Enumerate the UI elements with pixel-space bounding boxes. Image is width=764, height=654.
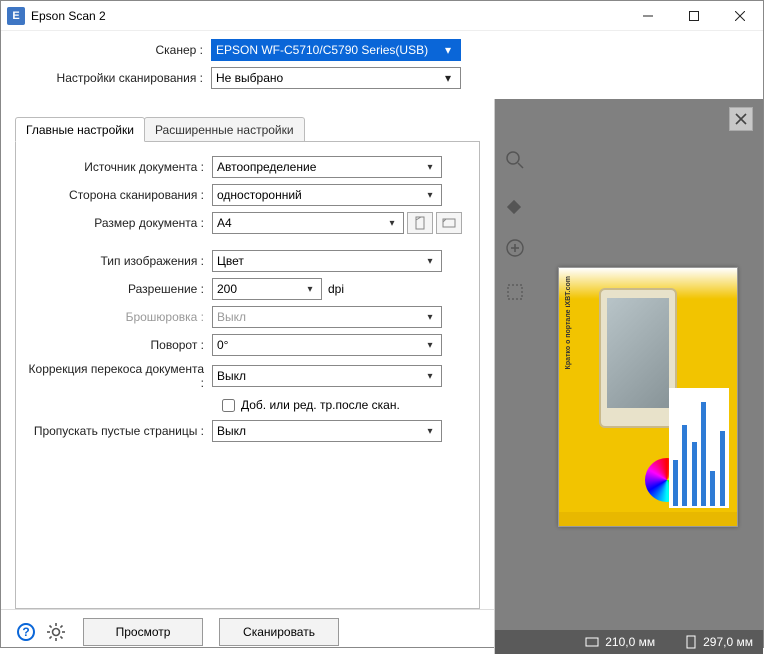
document-source-label: Источник документа : <box>26 160 212 174</box>
resolution-label: Разрешение : <box>26 282 212 296</box>
orientation-landscape-button[interactable] <box>436 212 462 234</box>
zoom-in-icon <box>505 238 525 258</box>
gear-icon <box>46 622 66 642</box>
status-height: 297,0 мм <box>703 635 753 649</box>
zoom-tool[interactable] <box>502 147 528 173</box>
preview-button[interactable]: Просмотр <box>83 618 203 646</box>
orientation-portrait-button[interactable] <box>407 212 433 234</box>
close-icon <box>735 11 745 21</box>
landscape-icon <box>442 216 456 230</box>
preview-tools <box>495 99 535 305</box>
bottom-bar: ? Просмотр Сканировать <box>1 609 494 654</box>
preview-headline: Кратко о портале iXBT.com <box>565 276 579 369</box>
preview-footer-strip <box>559 512 737 526</box>
rotate-tool[interactable] <box>502 191 528 217</box>
scanning-side-combo[interactable]: односторонний▾ <box>212 184 442 206</box>
width-icon <box>585 636 599 648</box>
chevron-down-icon: ▾ <box>423 371 437 382</box>
chevron-down-icon: ▾ <box>440 71 456 85</box>
chevron-down-icon: ▾ <box>385 218 399 229</box>
document-source-combo[interactable]: Автоопределение▾ <box>212 156 442 178</box>
top-controls: Сканер : EPSON WF-C5710/C5790 Series(USB… <box>1 31 763 99</box>
maximize-button[interactable] <box>671 1 717 31</box>
rotation-combo[interactable]: 0°▾ <box>212 334 442 356</box>
tab-main-settings[interactable]: Главные настройки <box>15 117 145 142</box>
preview-image[interactable]: Кратко о портале iXBT.com <box>558 267 738 527</box>
preview-pane: Кратко о портале iXBT.com 210,0 мм 297,0… <box>495 99 763 654</box>
window-titlebar: E Epson Scan 2 <box>1 1 763 31</box>
add-edit-after-scan-checkbox[interactable] <box>222 399 235 412</box>
app-icon: E <box>7 7 25 25</box>
main-settings-panel: Источник документа : Автоопределение▾ Ст… <box>15 142 480 609</box>
tabs: Главные настройки Расширенные настройки <box>15 117 480 142</box>
window-title: Epson Scan 2 <box>31 9 625 23</box>
height-icon <box>685 635 697 649</box>
marquee-tool[interactable] <box>502 279 528 305</box>
scan-settings-value: Не выбрано <box>216 71 440 85</box>
chevron-down-icon: ▾ <box>423 312 437 323</box>
image-type-label: Тип изображения : <box>26 254 212 268</box>
chevron-down-icon: ▾ <box>440 43 456 57</box>
rotation-label: Поворот : <box>26 338 212 352</box>
deskew-label: Коррекция перекоса документа : <box>26 362 212 390</box>
chevron-down-icon: ▾ <box>303 284 317 295</box>
close-button[interactable] <box>717 1 763 31</box>
settings-button[interactable] <box>45 621 67 643</box>
scanner-value: EPSON WF-C5710/C5790 Series(USB) <box>216 43 440 57</box>
close-preview-button[interactable] <box>729 107 753 131</box>
scan-button[interactable]: Сканировать <box>219 618 339 646</box>
close-icon <box>735 113 747 125</box>
rotate-icon <box>505 194 525 214</box>
preview-status-bar: 210,0 мм 297,0 мм <box>495 630 763 654</box>
chevron-down-icon: ▾ <box>423 426 437 437</box>
resolution-unit: dpi <box>328 282 344 296</box>
tab-advanced-settings[interactable]: Расширенные настройки <box>144 117 305 141</box>
minimize-icon <box>643 11 653 21</box>
deskew-combo[interactable]: Выкл▾ <box>212 365 442 387</box>
skip-blank-label: Пропускать пустые страницы : <box>26 424 212 438</box>
resolution-combo[interactable]: 200▾ <box>212 278 322 300</box>
help-button[interactable]: ? <box>15 621 37 643</box>
svg-text:?: ? <box>22 625 29 639</box>
help-icon: ? <box>16 622 36 642</box>
zoom-in-tool[interactable] <box>502 235 528 261</box>
maximize-icon <box>689 11 699 21</box>
document-size-combo[interactable]: A4▾ <box>212 212 404 234</box>
image-type-combo[interactable]: Цвет▾ <box>212 250 442 272</box>
scan-settings-label: Настройки сканирования : <box>15 71 211 85</box>
scanner-label: Сканер : <box>15 43 211 57</box>
portrait-icon <box>413 216 427 230</box>
status-width: 210,0 мм <box>605 635 655 649</box>
stitching-label: Брошюровка : <box>26 310 212 324</box>
preview-barchart-graphic <box>669 388 729 508</box>
add-edit-after-scan-label: Доб. или ред. тр.после скан. <box>241 398 400 412</box>
preview-phone-graphic <box>599 288 677 428</box>
scanner-combo[interactable]: EPSON WF-C5710/C5790 Series(USB) ▾ <box>211 39 461 61</box>
scanning-side-label: Сторона сканирования : <box>26 188 212 202</box>
skip-blank-combo[interactable]: Выкл▾ <box>212 420 442 442</box>
magnifier-icon <box>505 150 525 170</box>
document-size-label: Размер документа : <box>26 216 212 230</box>
scan-settings-combo[interactable]: Не выбрано ▾ <box>211 67 461 89</box>
marquee-icon <box>505 282 525 302</box>
stitching-combo: Выкл▾ <box>212 306 442 328</box>
chevron-down-icon: ▾ <box>423 190 437 201</box>
chevron-down-icon: ▾ <box>423 256 437 267</box>
chevron-down-icon: ▾ <box>423 340 437 351</box>
minimize-button[interactable] <box>625 1 671 31</box>
chevron-down-icon: ▾ <box>423 162 437 173</box>
